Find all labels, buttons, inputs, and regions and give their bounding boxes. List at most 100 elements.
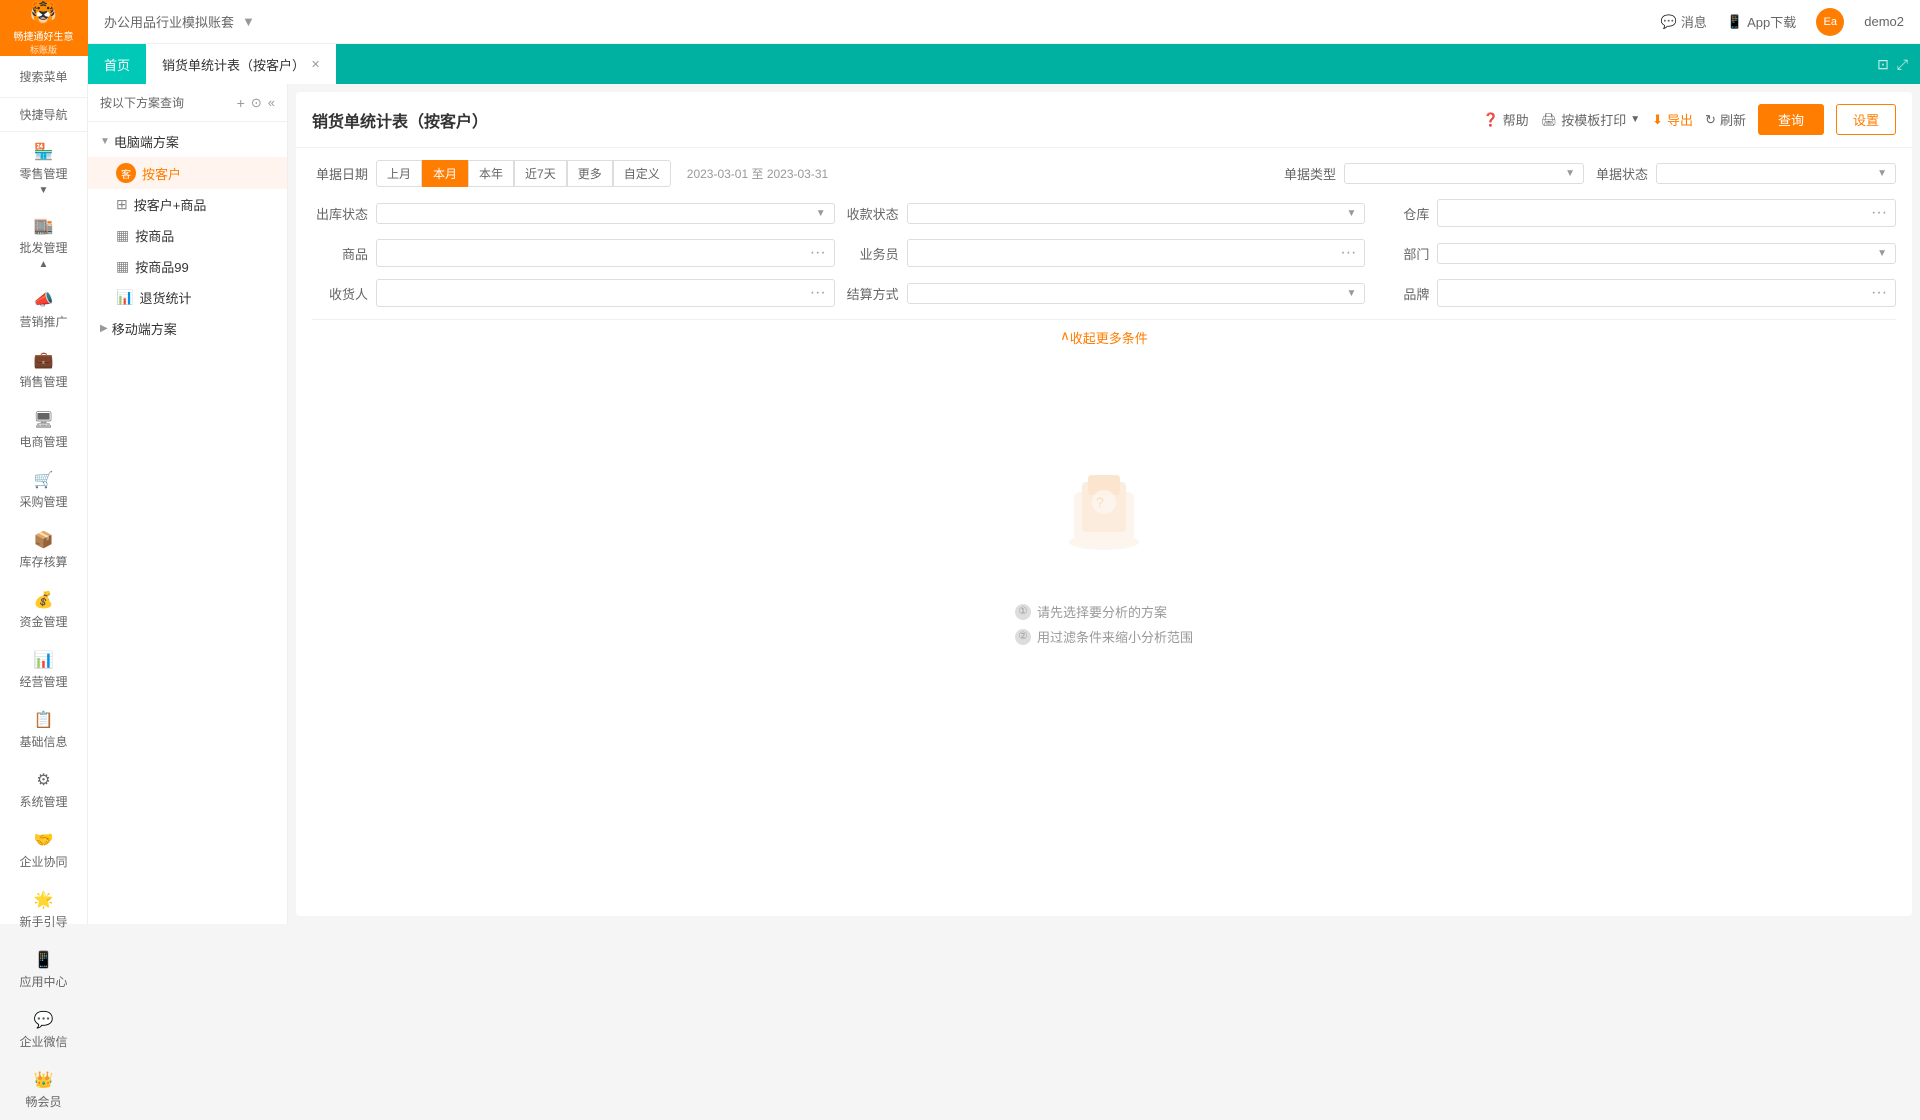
brand-label: 品牌 bbox=[1373, 284, 1429, 303]
sidebar-item-operations[interactable]: 📊 经营管理 bbox=[0, 640, 87, 700]
sidebar-item-member[interactable]: 👑 畅会员 bbox=[0, 1060, 87, 1120]
salesman-input[interactable]: ··· bbox=[907, 239, 1366, 267]
member-icon: 👑 bbox=[34, 1070, 54, 1090]
date-label: 单据日期 bbox=[312, 164, 368, 183]
settings-btn[interactable]: 设置 bbox=[1836, 104, 1896, 135]
date-btn-this-year[interactable]: 本年 bbox=[468, 160, 514, 187]
query-btn[interactable]: 查询 bbox=[1758, 104, 1824, 135]
sidebar-item-enterprise[interactable]: 🤝 企业协同 bbox=[0, 820, 87, 880]
settlement-label: 结算方式 bbox=[843, 284, 899, 303]
scheme-by-product[interactable]: ▦ 按商品 bbox=[88, 220, 287, 251]
dept-select[interactable]: ▼ bbox=[1437, 243, 1896, 264]
newbie-icon: 🌟 bbox=[34, 890, 54, 910]
order-type-select[interactable]: ▼ bbox=[1344, 163, 1584, 184]
scheme-by-product-label: 按商品 bbox=[135, 226, 174, 245]
edit-scheme-btn[interactable]: ⊙ bbox=[251, 95, 262, 111]
filter-area: 单据日期 上月 本月 本年 近7天 更多 自定义 2023-03-01 至 20… bbox=[296, 148, 1912, 367]
wechat-icon: 💬 bbox=[34, 1010, 54, 1030]
add-scheme-btn[interactable]: + bbox=[237, 95, 245, 111]
chevron-down-icon: ▼ bbox=[39, 185, 49, 196]
wholesale-icon: 🏬 bbox=[34, 216, 54, 236]
print-icon: 🖨 bbox=[1541, 112, 1558, 128]
sidebar-item-sales[interactable]: 💼 销售管理 bbox=[0, 340, 87, 400]
salesman-label: 业务员 bbox=[843, 244, 899, 263]
tab-close-icon[interactable]: ✕ bbox=[311, 58, 320, 71]
sidebar-item-finance[interactable]: 💰 资金管理 bbox=[0, 580, 87, 640]
return-stats-icon: 📊 bbox=[116, 289, 133, 306]
page-title-bar: 销货单统计表（按客户） ❓ 帮助 🖨 按模板打印 ▼ ⬇ 导出 bbox=[296, 92, 1912, 148]
search-menu[interactable]: 搜索菜单 bbox=[0, 56, 87, 98]
date-range-display: 2023-03-01 至 2023-03-31 bbox=[687, 165, 828, 182]
date-btn-custom[interactable]: 自定义 bbox=[613, 160, 671, 187]
order-status-select[interactable]: ▼ bbox=[1656, 163, 1896, 184]
scheme-by-customer-label: 按客户 bbox=[142, 164, 181, 183]
scheme-by-product-99[interactable]: ▦ 按商品99 bbox=[88, 251, 287, 282]
date-btn-last-month[interactable]: 上月 bbox=[376, 160, 422, 187]
date-btn-more[interactable]: 更多 bbox=[567, 160, 613, 187]
sidebar-item-newbie[interactable]: 🌟 新手引导 bbox=[0, 880, 87, 940]
out-status-chevron-icon: ▼ bbox=[816, 208, 826, 219]
sidebar-item-marketing[interactable]: 📣 营销推广 bbox=[0, 280, 87, 340]
sidebar-item-purchase[interactable]: 🛒 采购管理 bbox=[0, 460, 87, 520]
app-download-btn[interactable]: 📱 App下载 bbox=[1727, 12, 1796, 31]
warehouse-label: 仓库 bbox=[1373, 204, 1429, 223]
right-content: 销货单统计表（按客户） ❓ 帮助 🖨 按模板打印 ▼ ⬇ 导出 bbox=[296, 92, 1912, 916]
product-label: 商品 bbox=[312, 244, 368, 263]
scheme-by-customer[interactable]: 客 按客户 bbox=[88, 157, 287, 189]
sidebar-item-inventory[interactable]: 📦 库存核算 bbox=[0, 520, 87, 580]
sidebar-item-wholesale[interactable]: 🏬 批发管理 ▲ bbox=[0, 206, 87, 280]
scheme-tree: ▼ 电脑端方案 客 按客户 ⊞ 按客户+商品 ▦ 按商品 ▦ 按商品99 bbox=[88, 122, 287, 348]
help-btn[interactable]: ❓ 帮助 bbox=[1482, 110, 1528, 129]
account-dropdown-icon[interactable]: ▼ bbox=[242, 14, 255, 29]
warehouse-input[interactable]: ··· bbox=[1437, 199, 1896, 227]
product-input[interactable]: ··· bbox=[376, 239, 835, 267]
mobile-scheme-parent[interactable]: ▶ 移动端方案 bbox=[88, 313, 287, 344]
date-btn-this-month[interactable]: 本月 bbox=[422, 160, 468, 187]
operations-icon: 📊 bbox=[34, 650, 54, 670]
tab-minimize-icon[interactable]: ⊡ bbox=[1877, 56, 1889, 73]
collapse-up-icon: ∧ bbox=[1060, 328, 1070, 347]
receiver-input[interactable]: ··· bbox=[376, 279, 835, 307]
order-status-label: 单据状态 bbox=[1592, 164, 1648, 183]
tab-sales-stats[interactable]: 销货单统计表（按客户） ✕ bbox=[146, 44, 336, 84]
app-logo[interactable]: 🐯 畅捷通好生意 标账版 bbox=[0, 0, 88, 56]
sidebar: 🐯 畅捷通好生意 标账版 搜索菜单 快捷导航 🏪 零售管理 ▼ 🏬 批发管理 ▲… bbox=[0, 0, 88, 924]
home-label: 首页 bbox=[104, 55, 130, 74]
filter-row-date: 单据日期 上月 本月 本年 近7天 更多 自定义 2023-03-01 至 20… bbox=[312, 160, 1896, 187]
export-btn[interactable]: ⬇ 导出 bbox=[1652, 110, 1693, 129]
tab-bar: 首页 销货单统计表（按客户） ✕ ⊡ ⤢ bbox=[88, 44, 1920, 84]
template-print-btn[interactable]: 🖨 按模板打印 ▼ bbox=[1541, 110, 1640, 129]
page-container: 按以下方案查询 + ⊙ « ▼ 电脑端方案 客 按客户 ⊞ bbox=[88, 84, 1920, 924]
scheme-return-stats[interactable]: 📊 退货统计 bbox=[88, 282, 287, 313]
out-status-label: 出库状态 bbox=[312, 204, 368, 223]
refresh-btn[interactable]: ↻ 刷新 bbox=[1705, 110, 1746, 129]
brand-input[interactable]: ··· bbox=[1437, 279, 1896, 307]
scheme-by-customer-product[interactable]: ⊞ 按客户+商品 bbox=[88, 189, 287, 220]
receipt-status-select[interactable]: ▼ bbox=[907, 203, 1366, 224]
out-status-select[interactable]: ▼ bbox=[376, 203, 835, 224]
header-right: 💬 消息 📱 App下载 Ea demo2 bbox=[1661, 8, 1904, 36]
refresh-icon: ↻ bbox=[1705, 112, 1716, 128]
desktop-scheme-parent[interactable]: ▼ 电脑端方案 bbox=[88, 126, 287, 157]
retail-icon: 🏪 bbox=[34, 142, 54, 162]
sidebar-item-wechat[interactable]: 💬 企业微信 bbox=[0, 1000, 87, 1060]
tab-home[interactable]: 首页 bbox=[88, 44, 146, 84]
quick-nav[interactable]: 快捷导航 bbox=[0, 98, 87, 132]
empty-state: ? ① 请先选择要分析的方案 ② 用过滤条件来缩小分析范围 bbox=[296, 367, 1912, 732]
header-left: 办公用品行业模拟账套 ▼ bbox=[104, 12, 255, 31]
collapse-bar[interactable]: ∧ 收起更多条件 bbox=[312, 319, 1896, 355]
order-status-chevron-icon: ▼ bbox=[1877, 168, 1887, 179]
sidebar-item-ecommerce[interactable]: 🖥 电商管理 bbox=[0, 400, 87, 460]
sidebar-item-system[interactable]: ⚙ 系统管理 bbox=[0, 760, 87, 820]
settlement-select[interactable]: ▼ bbox=[907, 283, 1366, 304]
sidebar-item-retail[interactable]: 🏪 零售管理 ▼ bbox=[0, 132, 87, 206]
sidebar-item-basic[interactable]: 📋 基础信息 bbox=[0, 700, 87, 760]
sidebar-item-apps[interactable]: 📱 应用中心 bbox=[0, 940, 87, 1000]
enterprise-icon: 🤝 bbox=[34, 830, 54, 850]
collapse-panel-btn[interactable]: « bbox=[268, 95, 275, 110]
tab-expand-icon[interactable]: ⤢ bbox=[1897, 56, 1908, 73]
user-avatar[interactable]: Ea bbox=[1816, 8, 1844, 36]
messages-btn[interactable]: 💬 消息 bbox=[1661, 12, 1707, 31]
main-area: 办公用品行业模拟账套 ▼ 💬 消息 📱 App下载 Ea demo2 首页 销货… bbox=[88, 0, 1920, 924]
date-btn-last-7-days[interactable]: 近7天 bbox=[514, 160, 567, 187]
